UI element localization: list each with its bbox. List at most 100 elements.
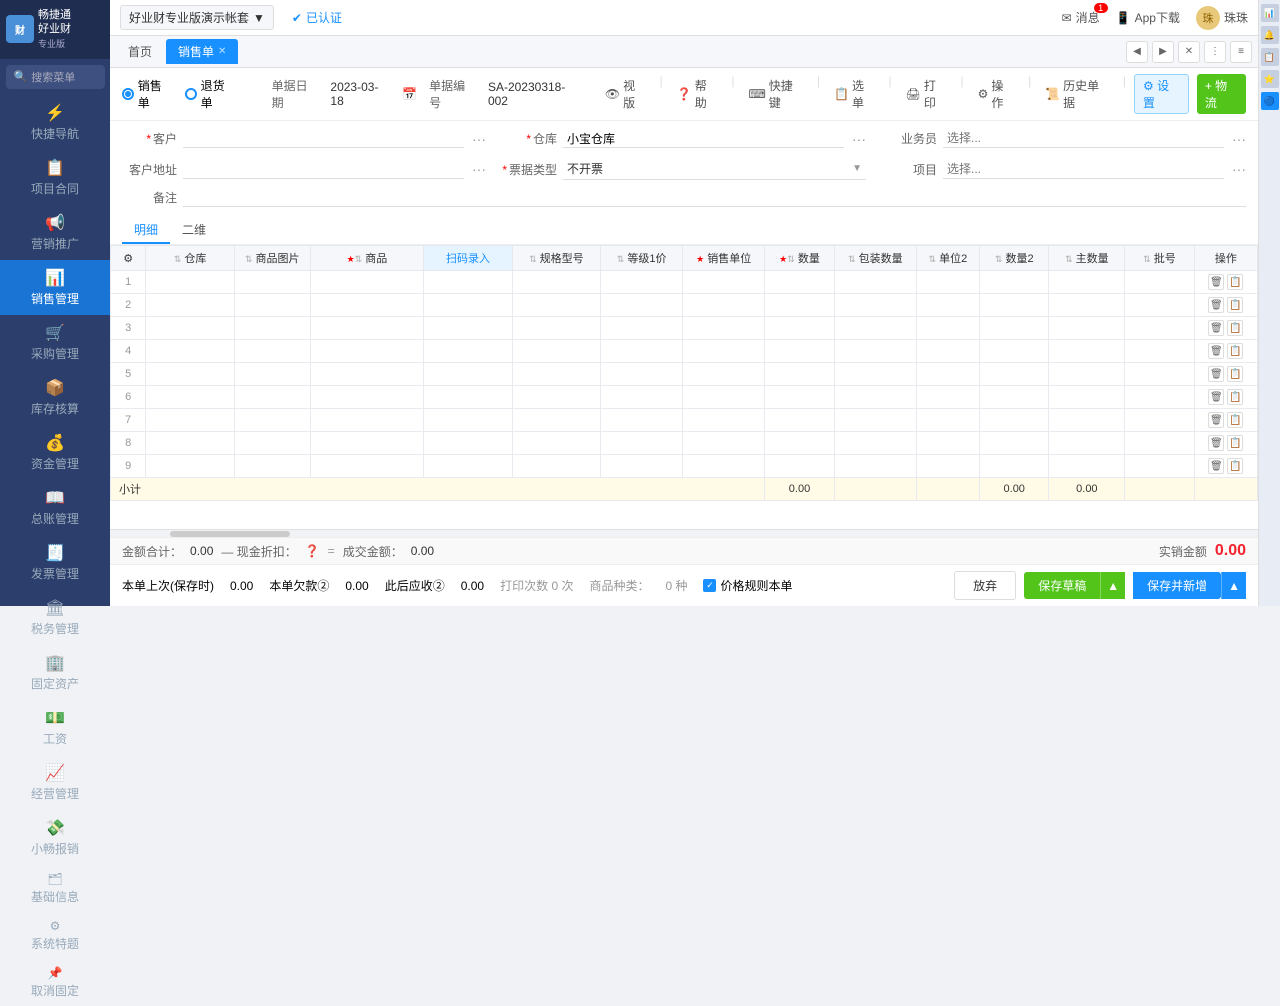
- sidebar-item-basic[interactable]: 🗂 基础信息: [0, 865, 110, 912]
- row-batch-8[interactable]: [1125, 432, 1194, 455]
- row-spec-2[interactable]: [512, 294, 600, 317]
- tab-sales[interactable]: 销售单 ✕: [166, 39, 238, 64]
- operation-btn[interactable]: ⚙ 操作: [972, 74, 1020, 114]
- row-unit-8[interactable]: [683, 432, 765, 455]
- customer-input[interactable]: [183, 129, 464, 148]
- row-price1-5[interactable]: [601, 363, 683, 386]
- table-wrap[interactable]: ⚙ ⇅ 仓库 ⇅ 商品图片 ★⇅ 商品 扫码录入 ⇅ 规格型号 ⇅ 等级1价 ★…: [110, 245, 1258, 529]
- search-menu[interactable]: 🔍 搜索菜单: [6, 65, 105, 89]
- row-batch-1[interactable]: [1125, 271, 1194, 294]
- row-copy-btn-7[interactable]: 📋: [1227, 412, 1243, 428]
- row-copy-btn-3[interactable]: 📋: [1227, 320, 1243, 336]
- row-main-qty-6[interactable]: [1049, 386, 1125, 409]
- sidebar-item-quick-nav[interactable]: ⚡ 快捷导航: [0, 95, 110, 150]
- row-qty2-1[interactable]: [980, 271, 1049, 294]
- row-price1-4[interactable]: [601, 340, 683, 363]
- row-qty-2[interactable]: [765, 294, 834, 317]
- row-copy-btn-1[interactable]: 📋: [1227, 274, 1243, 290]
- row-pack-qty-2[interactable]: [834, 294, 916, 317]
- row-spec-8[interactable]: [512, 432, 600, 455]
- row-image-7[interactable]: [234, 409, 310, 432]
- view-btn[interactable]: 👁 视版: [599, 74, 652, 114]
- tab-2d[interactable]: 二维: [170, 217, 218, 244]
- row-warehouse-2[interactable]: [146, 294, 234, 317]
- row-product-8[interactable]: [310, 432, 424, 455]
- row-pack-qty-5[interactable]: [834, 363, 916, 386]
- row-main-qty-4[interactable]: [1049, 340, 1125, 363]
- row-price1-8[interactable]: [601, 432, 683, 455]
- row-scan-4[interactable]: [424, 340, 512, 363]
- row-qty-3[interactable]: [765, 317, 834, 340]
- sidebar-item-unpin[interactable]: 📌 取消固定: [0, 959, 110, 1006]
- row-batch-2[interactable]: [1125, 294, 1194, 317]
- row-batch-9[interactable]: [1125, 455, 1194, 478]
- row-qty2-3[interactable]: [980, 317, 1049, 340]
- row-warehouse-5[interactable]: [146, 363, 234, 386]
- row-image-9[interactable]: [234, 455, 310, 478]
- row-qty-8[interactable]: [765, 432, 834, 455]
- row-price1-3[interactable]: [601, 317, 683, 340]
- tab-prev-btn[interactable]: ◀: [1126, 41, 1148, 63]
- sidebar-item-purchase[interactable]: 🛒 采购管理: [0, 315, 110, 370]
- sidebar-item-funds[interactable]: 💰 资金管理: [0, 425, 110, 480]
- row-product-4[interactable]: [310, 340, 424, 363]
- row-delete-btn-6[interactable]: 🗑: [1208, 389, 1224, 405]
- row-pack-qty-1[interactable]: [834, 271, 916, 294]
- row-delete-btn-8[interactable]: 🗑: [1208, 435, 1224, 451]
- row-qty-7[interactable]: [765, 409, 834, 432]
- row-scan-3[interactable]: [424, 317, 512, 340]
- date-value[interactable]: 2023-03-18: [330, 80, 390, 108]
- row-main-qty-2[interactable]: [1049, 294, 1125, 317]
- row-copy-btn-5[interactable]: 📋: [1227, 366, 1243, 382]
- salesperson-picker[interactable]: ···: [1232, 131, 1246, 147]
- row-price1-9[interactable]: [601, 455, 683, 478]
- save-new-dropdown[interactable]: ▲: [1221, 572, 1246, 599]
- note-input[interactable]: [183, 188, 1246, 207]
- row-unit-4[interactable]: [683, 340, 765, 363]
- row-image-1[interactable]: [234, 271, 310, 294]
- user-menu[interactable]: 珠 珠珠: [1196, 6, 1248, 30]
- row-qty-4[interactable]: [765, 340, 834, 363]
- tab-home[interactable]: 首页: [116, 39, 164, 64]
- price-check-label[interactable]: ✓ 价格规则本单: [703, 577, 792, 594]
- row-qty2-2[interactable]: [980, 294, 1049, 317]
- history-btn[interactable]: 📜 历史单据: [1039, 74, 1115, 114]
- row-delete-btn-1[interactable]: 🗑: [1208, 274, 1224, 290]
- row-pack-qty-9[interactable]: [834, 455, 916, 478]
- row-copy-btn-8[interactable]: 📋: [1227, 435, 1243, 451]
- sidebar-item-sales[interactable]: 📊 销售管理: [0, 260, 110, 315]
- row-copy-btn-9[interactable]: 📋: [1227, 458, 1243, 474]
- address-picker[interactable]: ···: [472, 161, 486, 177]
- sidebar-item-management[interactable]: 📈 经营管理: [0, 755, 110, 810]
- row-spec-5[interactable]: [512, 363, 600, 386]
- sidebar-item-assets[interactable]: 🏢 固定资产: [0, 645, 110, 700]
- warehouse-picker[interactable]: ···: [852, 131, 866, 147]
- row-product-6[interactable]: [310, 386, 424, 409]
- message-button[interactable]: ✉ 消息 1: [1062, 9, 1100, 26]
- save-draft-button[interactable]: 保存草稿: [1024, 572, 1100, 599]
- row-product-2[interactable]: [310, 294, 424, 317]
- row-unit2-4[interactable]: [916, 340, 979, 363]
- row-qty2-4[interactable]: [980, 340, 1049, 363]
- select-btn[interactable]: 📋 选单: [828, 74, 881, 114]
- row-pack-qty-6[interactable]: [834, 386, 916, 409]
- horizontal-scrollbar[interactable]: [110, 529, 1258, 537]
- row-warehouse-1[interactable]: [146, 271, 234, 294]
- num-value[interactable]: SA-20230318-002: [488, 80, 583, 108]
- row-scan-6[interactable]: [424, 386, 512, 409]
- sidebar-item-settings[interactable]: ⚙ 系统特题: [0, 912, 110, 959]
- row-spec-3[interactable]: [512, 317, 600, 340]
- row-qty-1[interactable]: [765, 271, 834, 294]
- radio-sales[interactable]: 销售单: [122, 77, 173, 111]
- row-delete-btn-4[interactable]: 🗑: [1208, 343, 1224, 359]
- row-delete-btn-2[interactable]: 🗑: [1208, 297, 1224, 313]
- row-main-qty-9[interactable]: [1049, 455, 1125, 478]
- row-spec-4[interactable]: [512, 340, 600, 363]
- right-panel-btn-2[interactable]: 🔔: [1261, 26, 1279, 44]
- save-draft-dropdown[interactable]: ▲: [1100, 572, 1125, 599]
- row-delete-btn-9[interactable]: 🗑: [1208, 458, 1224, 474]
- right-panel-btn-3[interactable]: 📋: [1261, 48, 1279, 66]
- row-scan-1[interactable]: [424, 271, 512, 294]
- sidebar-item-marketing[interactable]: 📢 营销推广: [0, 205, 110, 260]
- row-batch-5[interactable]: [1125, 363, 1194, 386]
